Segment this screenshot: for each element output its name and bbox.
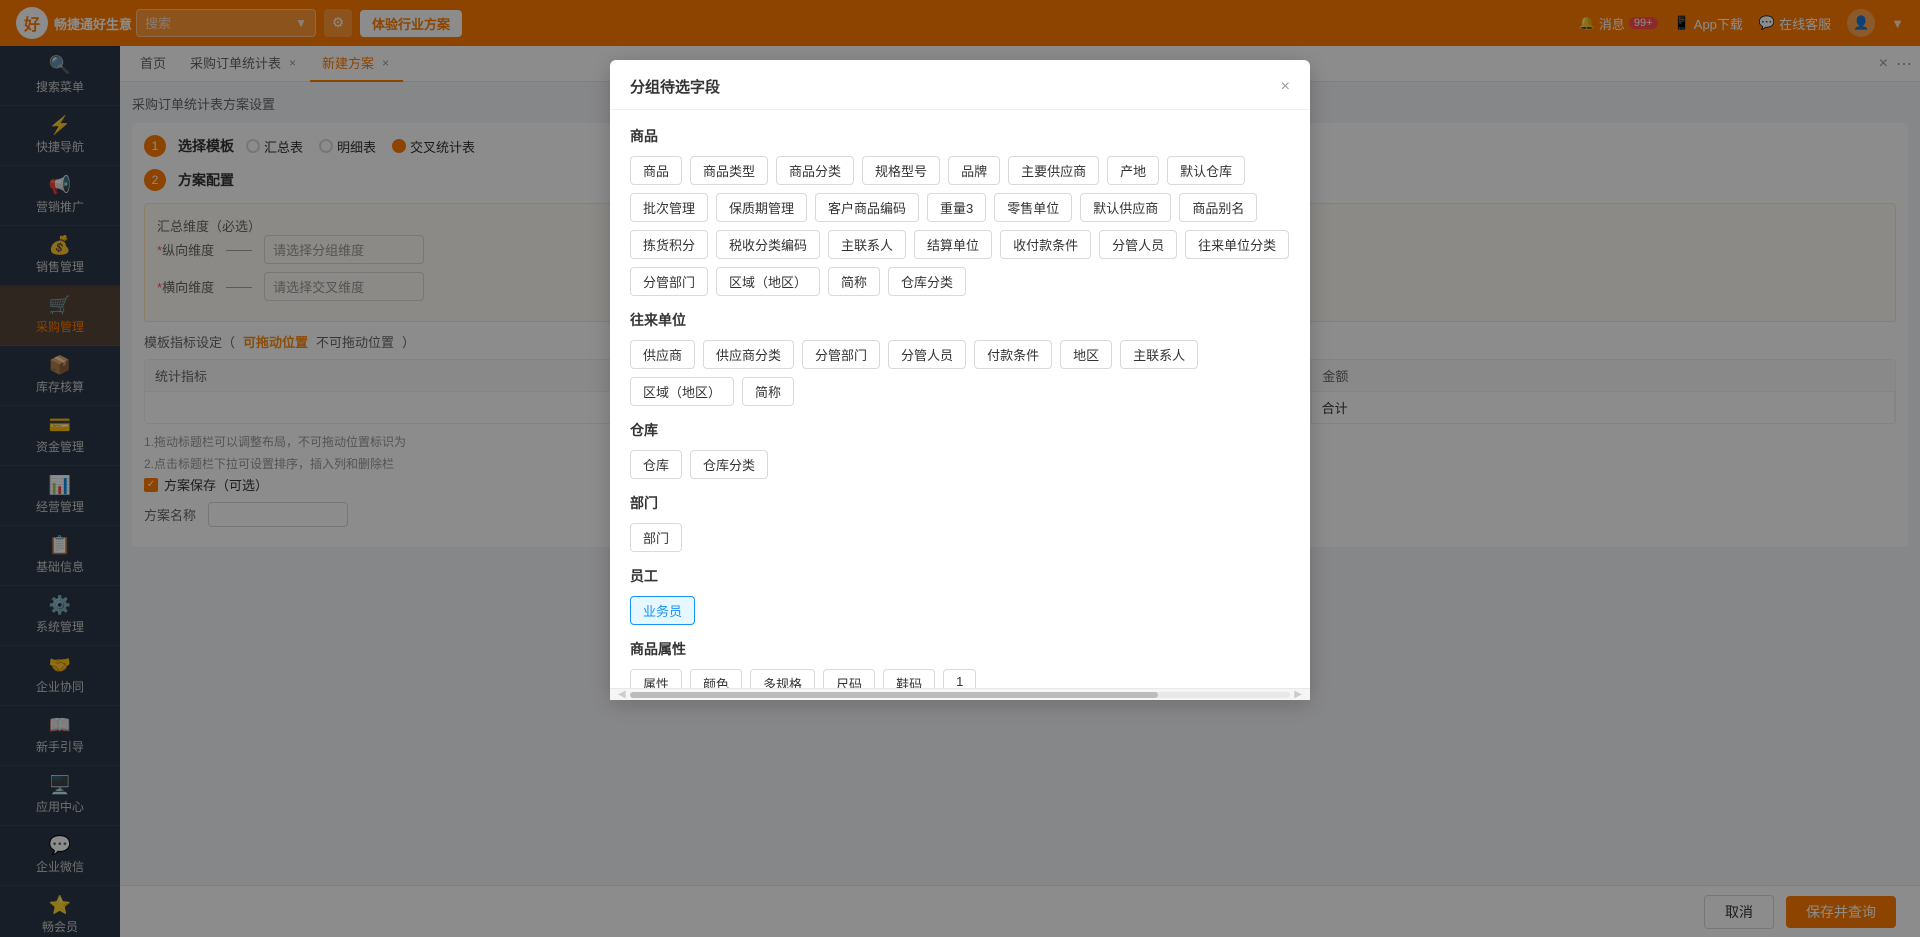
tag-payment-terms[interactable]: 收付款条件 xyxy=(1000,230,1091,259)
tag-goods[interactable]: 商品 xyxy=(630,156,682,185)
tag-shelf-life[interactable]: 保质期管理 xyxy=(716,193,807,222)
goods-tags: 商品 商品类型 商品分类 规格型号 品牌 主要供应商 产地 默认仓库 批次管理 … xyxy=(630,156,1290,296)
tag-default-warehouse[interactable]: 默认仓库 xyxy=(1167,156,1245,185)
tag-main-contact-partner[interactable]: 主联系人 xyxy=(1120,340,1198,369)
tag-pick-points[interactable]: 拣货积分 xyxy=(630,230,708,259)
tag-goods-type[interactable]: 商品类型 xyxy=(690,156,768,185)
overlay: 分组待选字段 × 商品 商品 商品类型 商品分类 规格型号 品牌 主要供应商 产… xyxy=(0,0,1920,937)
tag-warehouse-cat[interactable]: 仓库分类 xyxy=(690,450,768,479)
tag-main-contact[interactable]: 主联系人 xyxy=(828,230,906,259)
section-goods: 商品 xyxy=(630,126,1290,146)
tag-main-supplier[interactable]: 主要供应商 xyxy=(1008,156,1099,185)
scroll-thumb[interactable] xyxy=(630,692,1158,698)
employee-tags: 业务员 xyxy=(630,596,1290,625)
tag-tax-code[interactable]: 税收分类编码 xyxy=(716,230,820,259)
tag-dept[interactable]: 分管部门 xyxy=(630,267,708,296)
scroll-left-icon[interactable]: ◀ xyxy=(618,689,626,700)
tag-origin[interactable]: 产地 xyxy=(1107,156,1159,185)
section-warehouse: 仓库 xyxy=(630,420,1290,440)
tag-spec-model[interactable]: 规格型号 xyxy=(862,156,940,185)
tag-supervisor-dept[interactable]: 分管部门 xyxy=(802,340,880,369)
tag-goods-alias[interactable]: 商品别名 xyxy=(1179,193,1257,222)
dialog-title: 分组待选字段 xyxy=(630,76,720,97)
tag-brand[interactable]: 品牌 xyxy=(948,156,1000,185)
tag-region[interactable]: 区域（地区） xyxy=(716,267,820,296)
section-department: 部门 xyxy=(630,493,1290,513)
tag-supplier-category[interactable]: 供应商分类 xyxy=(703,340,794,369)
dialog-header: 分组待选字段 × xyxy=(610,60,1310,110)
tag-default-supplier[interactable]: 默认供应商 xyxy=(1080,193,1171,222)
dialog-scrollbar-area: ◀ ▶ xyxy=(610,688,1310,700)
dialog: 分组待选字段 × 商品 商品 商品类型 商品分类 规格型号 品牌 主要供应商 产… xyxy=(610,60,1310,700)
tag-supervisor-person[interactable]: 分管人员 xyxy=(888,340,966,369)
tag-color[interactable]: 颜色 xyxy=(690,669,742,688)
tag-payment-condition[interactable]: 付款条件 xyxy=(974,340,1052,369)
tag-warehouse-category[interactable]: 仓库分类 xyxy=(888,267,966,296)
tag-goods-category[interactable]: 商品分类 xyxy=(776,156,854,185)
tag-shoe-size[interactable]: 鞋码 xyxy=(883,669,935,688)
tag-supervisor[interactable]: 分管人员 xyxy=(1099,230,1177,259)
tag-partner-category[interactable]: 往来单位分类 xyxy=(1185,230,1289,259)
tag-attr[interactable]: 属性 xyxy=(630,669,682,688)
tag-supplier[interactable]: 供应商 xyxy=(630,340,695,369)
tag-attr-1[interactable]: 1 xyxy=(943,669,976,688)
section-employee: 员工 xyxy=(630,566,1290,586)
dept-tags: 部门 xyxy=(630,523,1290,552)
tag-size[interactable]: 尺码 xyxy=(823,669,875,688)
dialog-body: 商品 商品 商品类型 商品分类 规格型号 品牌 主要供应商 产地 默认仓库 批次… xyxy=(610,110,1310,688)
tag-salesperson[interactable]: 业务员 xyxy=(630,596,695,625)
tag-multi-spec[interactable]: 多规格 xyxy=(750,669,815,688)
section-partner: 往来单位 xyxy=(630,310,1290,330)
tag-warehouse[interactable]: 仓库 xyxy=(630,450,682,479)
scroll-right-icon[interactable]: ▶ xyxy=(1294,689,1302,700)
tag-batch-mgmt[interactable]: 批次管理 xyxy=(630,193,708,222)
tag-short-name-partner[interactable]: 简称 xyxy=(742,377,794,406)
dialog-close-button[interactable]: × xyxy=(1281,78,1290,96)
partner-tags: 供应商 供应商分类 分管部门 分管人员 付款条件 地区 主联系人 区域（地区） … xyxy=(630,340,1290,406)
tag-department[interactable]: 部门 xyxy=(630,523,682,552)
goods-attr-tags: 属性 颜色 多规格 尺码 鞋码 1 xyxy=(630,669,1290,688)
tag-region-partner[interactable]: 区域（地区） xyxy=(630,377,734,406)
tag-retail-unit[interactable]: 零售单位 xyxy=(994,193,1072,222)
tag-customer-code[interactable]: 客户商品编码 xyxy=(815,193,919,222)
tag-weight[interactable]: 重量3 xyxy=(927,193,986,222)
tag-settlement-unit[interactable]: 结算单位 xyxy=(914,230,992,259)
section-goods-attrs: 商品属性 xyxy=(630,639,1290,659)
warehouse-tags: 仓库 仓库分类 xyxy=(630,450,1290,479)
tag-short-name[interactable]: 简称 xyxy=(828,267,880,296)
scroll-track xyxy=(630,692,1291,698)
tag-area[interactable]: 地区 xyxy=(1060,340,1112,369)
